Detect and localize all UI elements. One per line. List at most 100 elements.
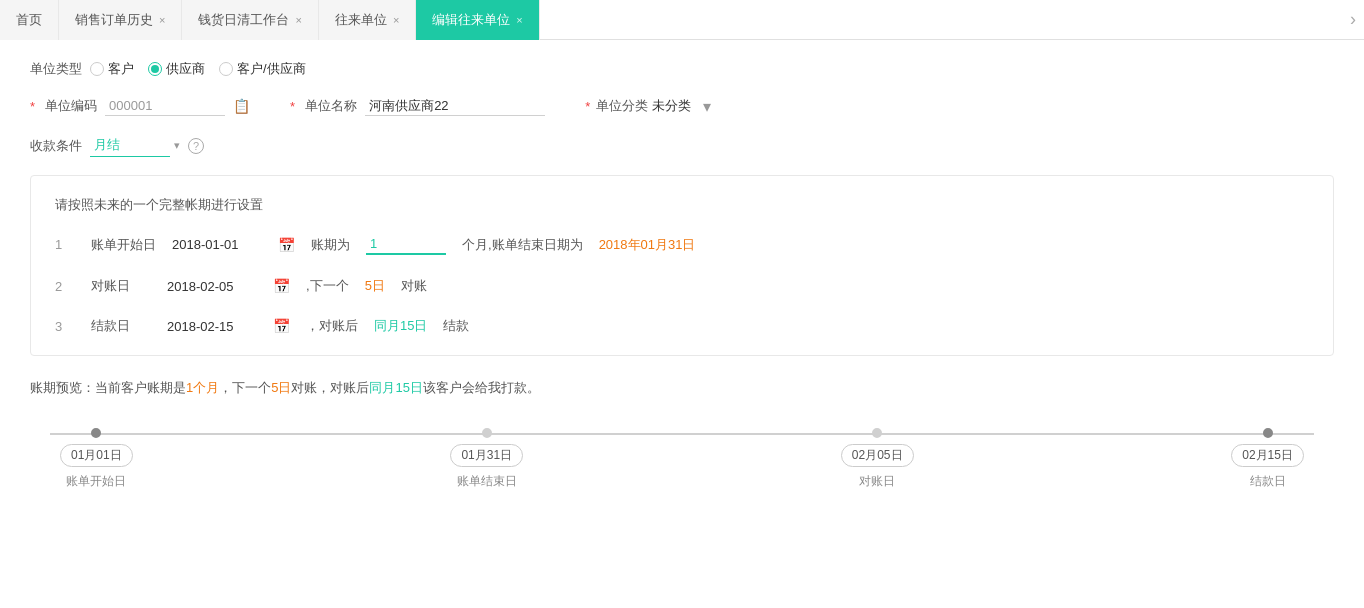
step-1-period-input[interactable] [366, 234, 446, 255]
tab-bar: 首页 销售订单历史 × 钱货日清工作台 × 往来单位 × 编辑往来单位 × › [0, 0, 1364, 40]
step-1-period-end: 2018年01月31日 [599, 236, 696, 254]
step-1-period-unit: 个月,账单结束日期为 [462, 236, 583, 254]
timeline-badge-3: 02月15日 [1231, 444, 1304, 467]
step-3-label: 结款日 [91, 317, 151, 335]
main-content: 单位类型 客户 供应商 客户/供应商 * 单位编码 [0, 40, 1364, 608]
radio-circle-supplier [148, 62, 162, 76]
tab-home[interactable]: 首页 [0, 0, 59, 40]
preview-middle1: ，下一个 [219, 380, 271, 395]
timeline-badge-2: 02月05日 [841, 444, 914, 467]
timeline-dot-0 [91, 428, 101, 438]
unit-category-value: 未分类 [652, 97, 691, 115]
preview-suffix: 该客户会给我打款。 [423, 380, 540, 395]
timeline-point-0: 01月01日 账单开始日 [60, 423, 133, 490]
unit-type-row: 单位类型 客户 供应商 客户/供应商 [30, 60, 1334, 78]
step-2-calendar-icon[interactable]: 📅 [273, 278, 290, 294]
category-dropdown-arrow[interactable]: ▾ [703, 97, 711, 116]
payment-terms-row: 收款条件 月结 ▾ ? [30, 134, 1334, 157]
unit-category-label: 单位分类 [596, 97, 648, 115]
tab-sales-history-label: 销售订单历史 [75, 11, 153, 29]
preview-middle2: 对账，对账后 [291, 380, 369, 395]
tab-cash-work-label: 钱货日清工作台 [198, 11, 289, 29]
payment-terms-field: 收款条件 月结 ▾ ? [30, 134, 204, 157]
timeline-point-1: 01月31日 账单结束日 [450, 423, 523, 490]
step-1-label: 账单开始日 [91, 236, 156, 254]
preview-highlight3: 同月15日 [369, 380, 422, 395]
preview-prefix: 账期预览：当前客户账期是 [30, 380, 186, 395]
copy-icon[interactable]: 📋 [233, 98, 250, 114]
preview-section: 账期预览：当前客户账期是1个月，下一个5日对账，对账后同月15日该客户会给我打款… [30, 376, 1334, 399]
timeline-label-0: 账单开始日 [66, 473, 126, 490]
settings-row-1: 1 账单开始日 2018-01-01 📅 账期为 个月,账单结束日期为 2018… [55, 234, 1309, 255]
close-tab-cash-work[interactable]: × [295, 14, 301, 26]
timeline-label-2: 对账日 [859, 473, 895, 490]
tab-edit-contacts-label: 编辑往来单位 [432, 11, 510, 29]
payment-terms-select[interactable]: 月结 ▾ [90, 134, 180, 157]
step-3-desc-suffix: 结款 [443, 317, 469, 335]
unit-code-input[interactable] [105, 96, 225, 116]
unit-info-row: * 单位编码 📋 * 单位名称 * 单位分类 未分类 ▾ [30, 96, 1334, 116]
timeline-point-2: 02月05日 对账日 [841, 423, 914, 490]
payment-terms-value: 月结 [90, 134, 170, 157]
settings-row-2: 2 对账日 2018-02-05 📅 ,下一个 5日 对账 [55, 277, 1309, 295]
unit-code-field: * 单位编码 📋 [30, 96, 250, 116]
step-1-period-label: 账期为 [311, 236, 350, 254]
tab-arrow[interactable]: › [1342, 0, 1364, 39]
step-1-date: 2018-01-01 [172, 237, 262, 252]
tab-sales-history[interactable]: 销售订单历史 × [59, 0, 182, 40]
help-icon[interactable]: ? [188, 138, 204, 154]
timeline-container: 01月01日 账单开始日 01月31日 账单结束日 02月05日 对账日 02月… [30, 423, 1334, 490]
radio-customer-label: 客户 [108, 60, 134, 78]
step-2-desc-prefix: ,下一个 [306, 277, 349, 295]
timeline-label-1: 账单结束日 [457, 473, 517, 490]
step-3-calendar-icon[interactable]: 📅 [273, 318, 290, 334]
settings-row-3: 3 结款日 2018-02-15 📅 ，对账后 同月15日 结款 [55, 317, 1309, 335]
unit-type-field: 单位类型 客户 供应商 客户/供应商 [30, 60, 306, 78]
radio-circle-customer [90, 62, 104, 76]
step-3-highlight: 同月15日 [374, 317, 427, 335]
timeline-point-3: 02月15日 结款日 [1231, 423, 1304, 490]
step-1-num: 1 [55, 237, 75, 252]
help-icon-text: ? [193, 140, 199, 152]
close-tab-edit-contacts[interactable]: × [516, 14, 522, 26]
settings-box: 请按照未来的一个完整帐期进行设置 1 账单开始日 2018-01-01 📅 账期… [30, 175, 1334, 356]
radio-both-label: 客户/供应商 [237, 60, 306, 78]
step-2-label: 对账日 [91, 277, 151, 295]
preview-highlight1: 1个月 [186, 380, 219, 395]
step-3-date: 2018-02-15 [167, 319, 257, 334]
timeline-badge-0: 01月01日 [60, 444, 133, 467]
radio-supplier[interactable]: 供应商 [148, 60, 205, 78]
step-2-num: 2 [55, 279, 75, 294]
timeline-dot-2 [872, 428, 882, 438]
radio-both[interactable]: 客户/供应商 [219, 60, 306, 78]
step-1-calendar-icon[interactable]: 📅 [278, 237, 295, 253]
step-3-desc-prefix: ，对账后 [306, 317, 358, 335]
unit-type-label: 单位类型 [30, 60, 82, 78]
unit-name-input[interactable] [365, 96, 545, 116]
radio-supplier-label: 供应商 [166, 60, 205, 78]
step-2-date: 2018-02-05 [167, 279, 257, 294]
unit-name-star: * [290, 99, 295, 114]
tab-edit-contacts[interactable]: 编辑往来单位 × [416, 0, 539, 40]
tab-home-label: 首页 [16, 11, 42, 29]
timeline-label-3: 结款日 [1250, 473, 1286, 490]
preview-highlight2: 5日 [271, 380, 291, 395]
unit-category-star: * [585, 99, 590, 114]
unit-name-field: * 单位名称 [290, 96, 545, 116]
tab-cash-work[interactable]: 钱货日清工作台 × [182, 0, 318, 40]
radio-customer[interactable]: 客户 [90, 60, 134, 78]
unit-code-label: 单位编码 [45, 97, 97, 115]
timeline-points: 01月01日 账单开始日 01月31日 账单结束日 02月05日 对账日 02月… [60, 423, 1304, 490]
radio-group-unit-type: 客户 供应商 客户/供应商 [90, 60, 306, 78]
tab-contacts[interactable]: 往来单位 × [319, 0, 416, 40]
close-tab-contacts[interactable]: × [393, 14, 399, 26]
unit-category-field: * 单位分类 未分类 ▾ [585, 97, 711, 116]
radio-circle-both [219, 62, 233, 76]
payment-terms-arrow[interactable]: ▾ [174, 139, 180, 152]
timeline-badge-1: 01月31日 [450, 444, 523, 467]
unit-name-label: 单位名称 [305, 97, 357, 115]
close-tab-sales-history[interactable]: × [159, 14, 165, 26]
step-2-highlight: 5日 [365, 277, 385, 295]
step-3-num: 3 [55, 319, 75, 334]
unit-code-star: * [30, 99, 35, 114]
